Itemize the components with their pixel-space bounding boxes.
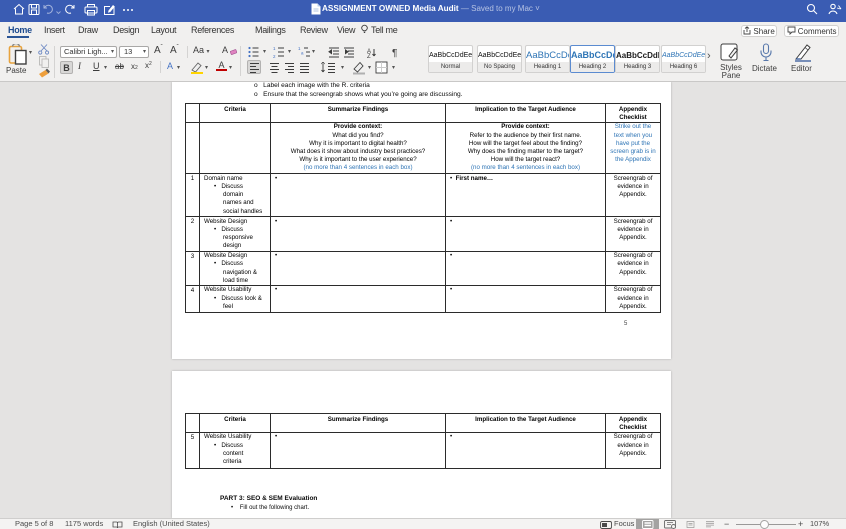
svg-text:2: 2	[273, 54, 276, 58]
svg-text:¶: ¶	[392, 48, 397, 58]
svg-text:Z: Z	[367, 54, 371, 58]
svg-text:a: a	[301, 51, 304, 56]
svg-text:1: 1	[273, 46, 276, 51]
